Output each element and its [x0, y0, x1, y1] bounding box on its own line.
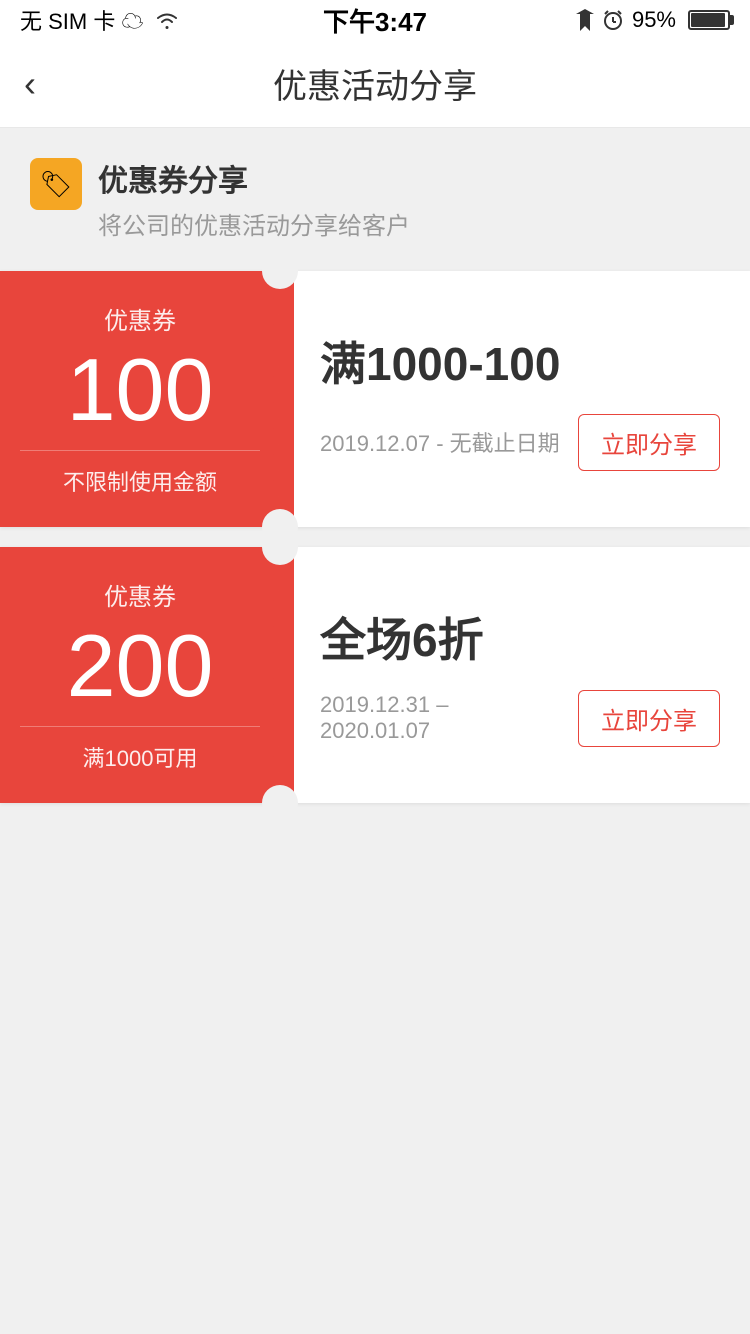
- sim-text: 无 SIM 卡 ☁: [20, 4, 143, 36]
- coupon-notch-top-2: [262, 529, 298, 565]
- coupon-name-2: 全场6折: [320, 604, 720, 670]
- share-button-1[interactable]: 立即分享: [578, 414, 720, 471]
- coupon-right-2: 全场6折 2019.12.31 – 2020.01.07 立即分享: [280, 547, 750, 803]
- section-icon-emoji: 🏷: [39, 169, 72, 200]
- coupon-divider-2: [20, 726, 260, 727]
- coupon-divider-1: [20, 450, 260, 451]
- coupon-left-1: 优惠券 100 不限制使用金额: [0, 271, 280, 527]
- coupon-name-1: 满1000-100: [320, 328, 720, 394]
- page-title: 优惠活动分享: [273, 59, 477, 108]
- wifi-icon: [153, 10, 181, 30]
- coupon-meta-1: 2019.12.07 - 无截止日期 立即分享: [320, 414, 720, 471]
- nav-bar: ‹ 优惠活动分享: [0, 40, 750, 128]
- coupon-card-2: 优惠券 200 满1000可用 全场6折 2019.12.31 – 2020.0…: [0, 547, 750, 803]
- section-title: 优惠券分享: [98, 156, 410, 200]
- back-button[interactable]: ‹: [24, 66, 36, 102]
- coupon-amount-1: 100: [67, 346, 214, 434]
- share-button-2[interactable]: 立即分享: [578, 690, 720, 747]
- coupon-label-2: 优惠券: [104, 577, 176, 612]
- section-icon: 🏷: [30, 158, 82, 210]
- location-icon: [576, 9, 594, 31]
- section-text-group: 优惠券分享 将公司的优惠活动分享给客户: [98, 156, 410, 241]
- coupon-left-2: 优惠券 200 满1000可用: [0, 547, 280, 803]
- status-left: 无 SIM 卡 ☁: [20, 4, 181, 36]
- coupon-amount-2: 200: [67, 622, 214, 710]
- coupon-notch-top-1: [262, 253, 298, 289]
- coupons-container: 优惠券 100 不限制使用金额 满1000-100 2019.12.07 - 无…: [0, 261, 750, 843]
- alarm-icon: [602, 9, 624, 31]
- coupon-notch-bottom-2: [262, 785, 298, 821]
- battery-icon: [688, 10, 730, 30]
- coupon-condition-1: 不限制使用金额: [63, 465, 217, 497]
- coupon-right-1: 满1000-100 2019.12.07 - 无截止日期 立即分享: [280, 271, 750, 527]
- battery-percent: 95%: [632, 7, 676, 33]
- status-right: 95%: [576, 7, 730, 33]
- coupon-date-2: 2019.12.31 – 2020.01.07: [320, 692, 562, 744]
- coupon-date-1: 2019.12.07 - 无截止日期: [320, 426, 560, 458]
- status-bar: 无 SIM 卡 ☁ 下午3:47 95%: [0, 0, 750, 40]
- coupon-condition-2: 满1000可用: [83, 741, 198, 773]
- coupon-meta-2: 2019.12.31 – 2020.01.07 立即分享: [320, 690, 720, 747]
- coupon-label-1: 优惠券: [104, 301, 176, 336]
- status-time: 下午3:47: [323, 2, 427, 39]
- section-subtitle: 将公司的优惠活动分享给客户: [98, 206, 410, 241]
- section-header: 🏷 优惠券分享 将公司的优惠活动分享给客户: [0, 128, 750, 261]
- coupon-card-1: 优惠券 100 不限制使用金额 满1000-100 2019.12.07 - 无…: [0, 271, 750, 527]
